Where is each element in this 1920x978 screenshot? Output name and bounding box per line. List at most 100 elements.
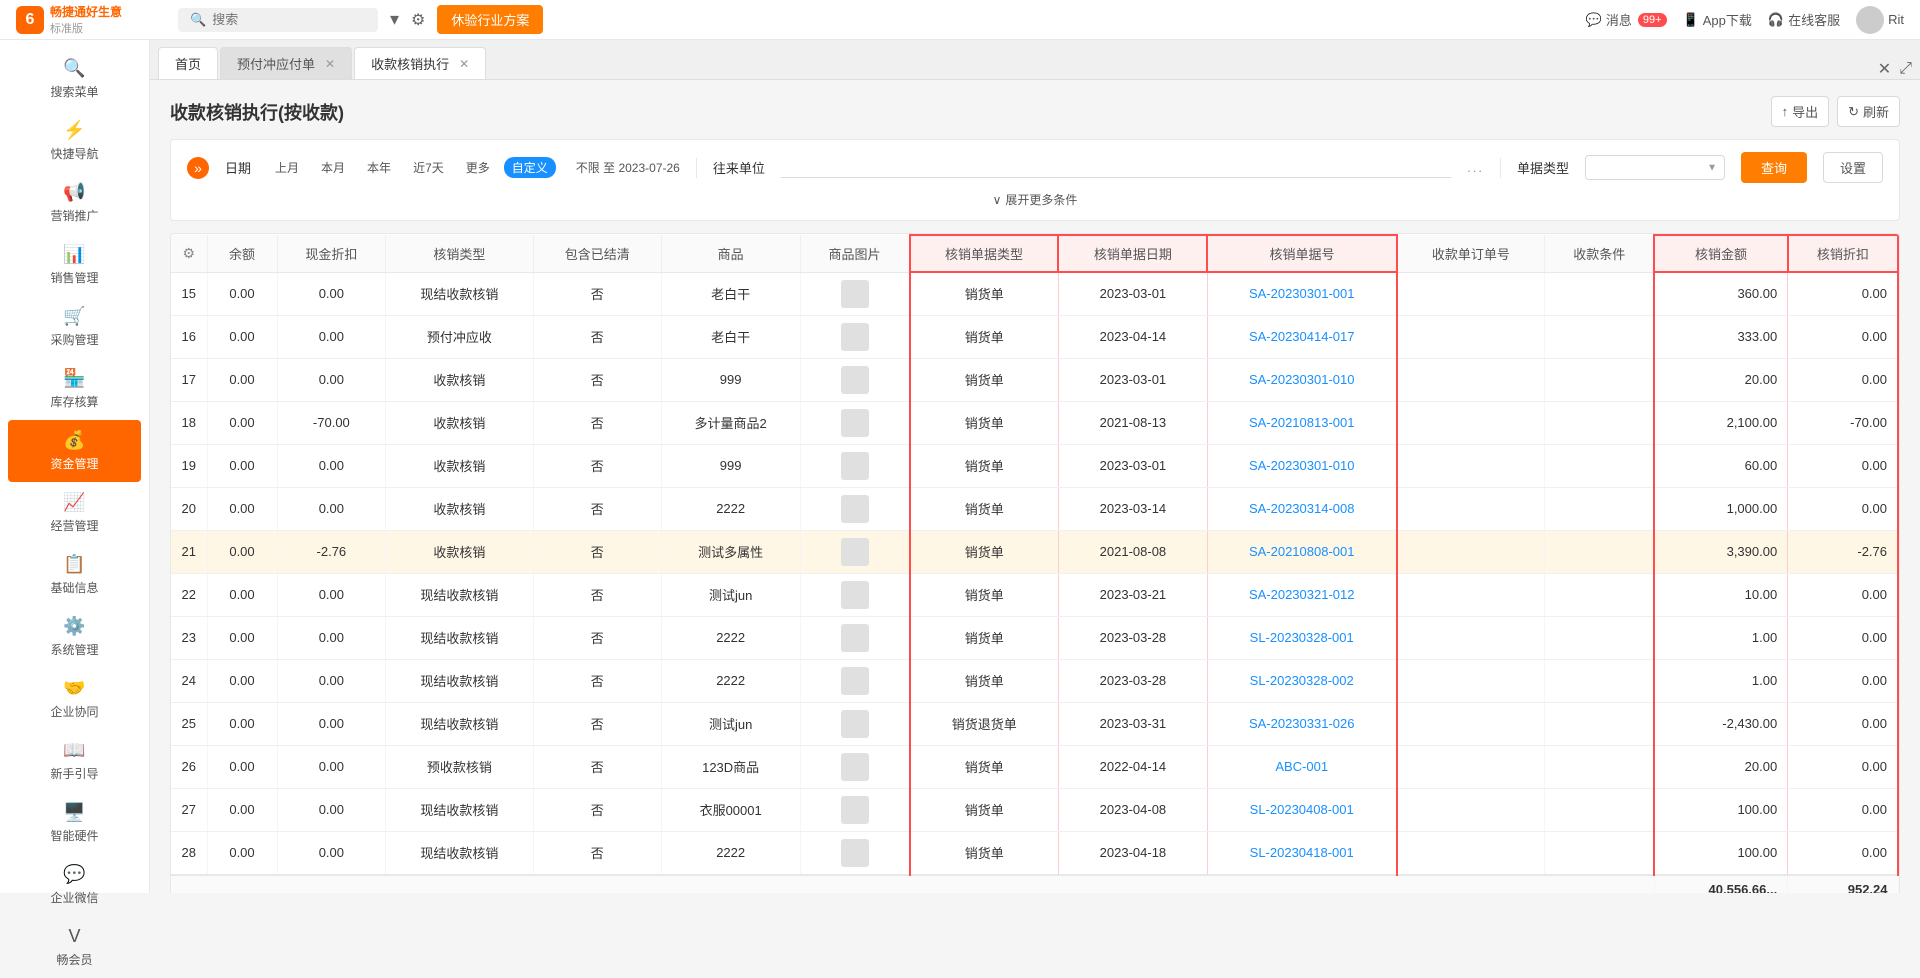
cell-cash-discount: 0.00 bbox=[277, 444, 386, 487]
sidebar-item-basic-info[interactable]: 📋 基础信息 bbox=[0, 544, 149, 606]
verify-bill-no-link[interactable]: SA-20230321-012 bbox=[1249, 587, 1355, 602]
verify-bill-no-link[interactable]: SL-20230408-001 bbox=[1250, 802, 1354, 817]
chevron-down-icon[interactable]: ▾ bbox=[390, 9, 399, 30]
verify-bill-no-link[interactable]: SA-20230301-010 bbox=[1249, 458, 1355, 473]
cell-balance: 0.00 bbox=[207, 315, 277, 358]
cell-cash-discount: 0.00 bbox=[277, 788, 386, 831]
date-options: 上月 本月 本年 近7天 更多 自定义 bbox=[267, 157, 556, 178]
sidebar-item-quick-nav[interactable]: ⚡ 快捷导航 bbox=[0, 110, 149, 172]
table-settings-icon[interactable]: ⚙ bbox=[182, 245, 195, 261]
cell-verify-type: 现结收款核销 bbox=[386, 573, 533, 616]
sidebar-item-finance[interactable]: 💰 资金管理 bbox=[8, 420, 141, 482]
verify-bill-no-link[interactable]: SL-20230328-002 bbox=[1250, 673, 1354, 688]
cell-verify-amount: 10.00 bbox=[1654, 573, 1788, 616]
sidebar-item-enterprise[interactable]: 🤝 企业协同 bbox=[0, 668, 149, 730]
verify-bill-no-link[interactable]: SL-20230328-001 bbox=[1250, 630, 1354, 645]
cell-verify-bill-no[interactable]: SA-20230414-017 bbox=[1207, 315, 1396, 358]
date-btn-last-7days[interactable]: 近7天 bbox=[405, 157, 452, 178]
footer-verify-discount-total: 952.24 bbox=[1788, 875, 1898, 894]
verify-bill-no-link[interactable]: SA-20230301-010 bbox=[1249, 372, 1355, 387]
cell-verify-bill-date: 2021-08-08 bbox=[1058, 530, 1207, 573]
tab-receipt-verify[interactable]: 收款核销执行 ✕ bbox=[354, 47, 486, 79]
cell-verify-type: 收款核销 bbox=[386, 530, 533, 573]
filter-from-unit-label: 往来单位 bbox=[713, 158, 765, 177]
sidebar-item-inventory[interactable]: 🏪 库存核算 bbox=[0, 358, 149, 420]
top-search-wrap[interactable]: 🔍 bbox=[178, 8, 378, 32]
cell-verify-bill-no[interactable]: SA-20230301-010 bbox=[1207, 358, 1396, 401]
cell-balance: 0.00 bbox=[207, 358, 277, 401]
sidebar-item-wechat[interactable]: 💬 企业微信 bbox=[0, 854, 149, 916]
verify-bill-no-link[interactable]: SA-20210808-001 bbox=[1249, 544, 1355, 559]
tab-home-label: 首页 bbox=[175, 54, 201, 73]
sidebar-item-purchase[interactable]: 🛒 采购管理 bbox=[0, 296, 149, 358]
export-button[interactable]: ↑ 导出 bbox=[1771, 96, 1830, 127]
filter-bill-type-select[interactable] bbox=[1585, 155, 1725, 180]
cell-verify-type: 收款核销 bbox=[386, 358, 533, 401]
cell-include-settled: 否 bbox=[533, 788, 661, 831]
cell-verify-bill-no[interactable]: SA-20230301-001 bbox=[1207, 272, 1396, 315]
cell-verify-bill-no[interactable]: SA-20210808-001 bbox=[1207, 530, 1396, 573]
sidebar-item-vip[interactable]: V 畅会员 bbox=[0, 916, 149, 978]
expand-more-conditions[interactable]: ∨ 展开更多条件 bbox=[187, 191, 1883, 208]
date-btn-more[interactable]: 更多 bbox=[458, 157, 498, 178]
date-btn-custom[interactable]: 自定义 bbox=[504, 157, 556, 178]
table-row: 180.00-70.00收款核销否多计量商品2 销货单2021-08-13SA-… bbox=[171, 401, 1898, 444]
cell-verify-bill-no[interactable]: SL-20230328-001 bbox=[1207, 616, 1396, 659]
query-button[interactable]: 查询 bbox=[1741, 152, 1807, 183]
sidebar-label-basic-info: 基础信息 bbox=[50, 579, 98, 596]
date-btn-last-month[interactable]: 上月 bbox=[267, 157, 307, 178]
tab-receipt-verify-close[interactable]: ✕ bbox=[459, 57, 469, 71]
window-close-icon[interactable]: ✕ bbox=[1878, 59, 1891, 79]
gear-icon[interactable]: ⚙ bbox=[411, 10, 425, 30]
tabs-bar: 首页 预付冲应付单 ✕ 收款核销执行 ✕ ✕ ⤢ bbox=[150, 40, 1920, 80]
sidebar-item-sales[interactable]: 📊 销售管理 bbox=[0, 234, 149, 296]
cell-verify-bill-no[interactable]: SA-20230301-010 bbox=[1207, 444, 1396, 487]
sidebar-item-system[interactable]: ⚙️ 系统管理 bbox=[0, 606, 149, 668]
cell-verify-bill-no[interactable]: SL-20230328-002 bbox=[1207, 659, 1396, 702]
sidebar-item-operations[interactable]: 📈 经营管理 bbox=[0, 482, 149, 544]
sidebar-item-marketing[interactable]: 📢 营销推广 bbox=[0, 172, 149, 234]
top-search-input[interactable] bbox=[212, 12, 352, 27]
refresh-button[interactable]: ↻ 刷新 bbox=[1837, 96, 1900, 127]
cell-verify-bill-no[interactable]: SL-20230408-001 bbox=[1207, 788, 1396, 831]
verify-bill-no-link[interactable]: SA-20230314-008 bbox=[1249, 501, 1355, 516]
col-header-balance: 余额 bbox=[207, 235, 277, 272]
cell-verify-bill-no[interactable]: SA-20230331-026 bbox=[1207, 702, 1396, 745]
verify-bill-no-link[interactable]: SL-20230418-001 bbox=[1250, 845, 1354, 860]
verify-bill-no-link[interactable]: SA-20210813-001 bbox=[1249, 415, 1355, 430]
window-maximize-icon[interactable]: ⤢ bbox=[1899, 60, 1912, 78]
verify-bill-no-link[interactable]: SA-20230301-001 bbox=[1249, 286, 1355, 301]
cell-verify-bill-no[interactable]: SL-20230418-001 bbox=[1207, 831, 1396, 875]
verify-bill-no-link[interactable]: SA-20230414-017 bbox=[1249, 329, 1355, 344]
tab-home[interactable]: 首页 bbox=[158, 47, 218, 79]
online-service-button[interactable]: 🎧 在线客服 bbox=[1768, 10, 1840, 29]
sidebar-item-hardware[interactable]: 🖥️ 智能硬件 bbox=[0, 792, 149, 854]
date-btn-this-month[interactable]: 本月 bbox=[313, 157, 353, 178]
cell-cash-discount: 0.00 bbox=[277, 745, 386, 788]
cell-verify-bill-no[interactable]: ABC-001 bbox=[1207, 745, 1396, 788]
user-menu[interactable]: Rit bbox=[1856, 6, 1904, 34]
cell-verify-bill-no[interactable]: SA-20230321-012 bbox=[1207, 573, 1396, 616]
filter-expand-button[interactable]: » bbox=[187, 157, 209, 179]
cell-receipt-condition bbox=[1545, 487, 1654, 530]
cell-verify-bill-date: 2022-04-14 bbox=[1058, 745, 1207, 788]
setting-button[interactable]: 设置 bbox=[1823, 152, 1883, 183]
sidebar-item-guide[interactable]: 📖 新手引导 bbox=[0, 730, 149, 792]
cell-verify-bill-no[interactable]: SA-20230314-008 bbox=[1207, 487, 1396, 530]
sidebar-label-marketing: 营销推广 bbox=[50, 207, 98, 224]
industry-solution-button[interactable]: 休验行业方案 bbox=[437, 5, 543, 34]
sidebar-item-search[interactable]: 🔍 搜索菜单 bbox=[0, 48, 149, 110]
verify-bill-no-link[interactable]: ABC-001 bbox=[1275, 759, 1328, 774]
tab-prepay[interactable]: 预付冲应付单 ✕ bbox=[220, 47, 352, 79]
filter-from-unit-input[interactable] bbox=[781, 158, 1451, 178]
verify-bill-no-link[interactable]: SA-20230331-026 bbox=[1249, 716, 1355, 731]
cell-goods-img bbox=[800, 272, 909, 315]
cell-verify-discount: 0.00 bbox=[1788, 616, 1898, 659]
date-btn-this-year[interactable]: 本年 bbox=[359, 157, 399, 178]
tab-prepay-close[interactable]: ✕ bbox=[325, 57, 335, 71]
cell-receipt-condition bbox=[1545, 401, 1654, 444]
cell-verify-bill-no[interactable]: SA-20210813-001 bbox=[1207, 401, 1396, 444]
app-download-button[interactable]: 📱 App下载 bbox=[1683, 10, 1752, 29]
message-button[interactable]: 💬 消息 99+ bbox=[1586, 10, 1667, 29]
cell-verify-bill-date: 2021-08-13 bbox=[1058, 401, 1207, 444]
